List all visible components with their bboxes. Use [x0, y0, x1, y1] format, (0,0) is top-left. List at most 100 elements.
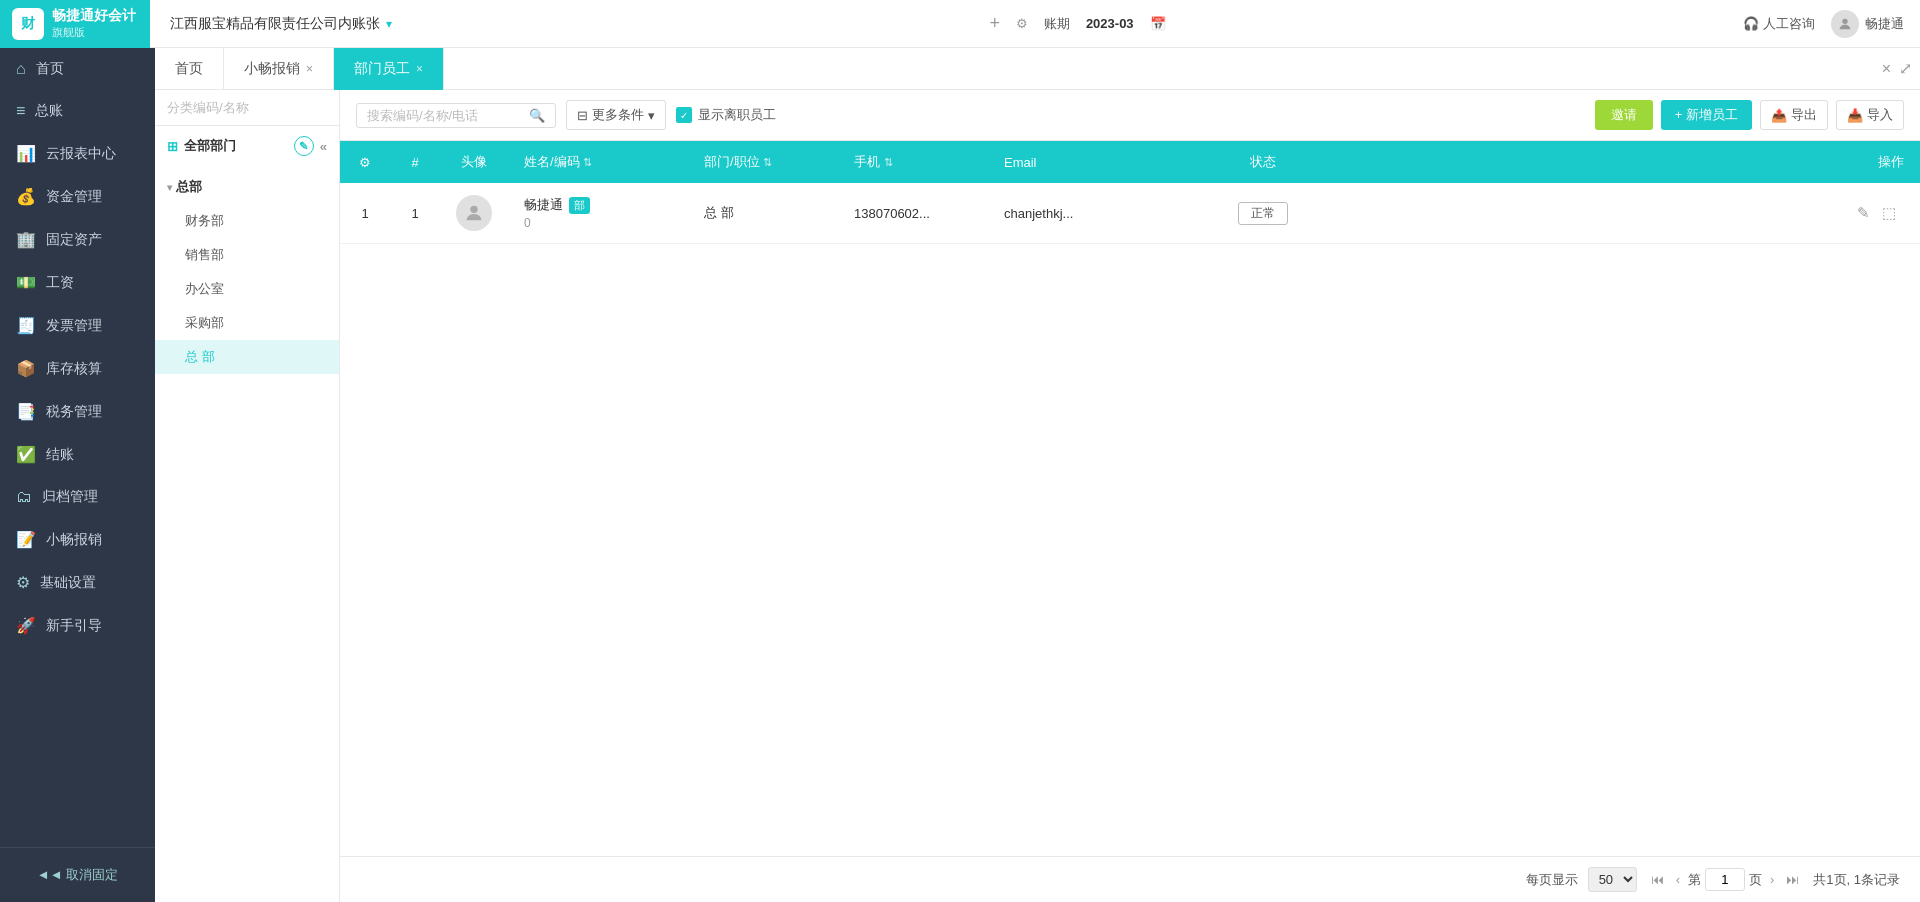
tab-home-label: 首页 [175, 60, 203, 78]
row-name-cell: 畅捷通 部 0 [508, 183, 688, 244]
col-avatar: 头像 [440, 141, 508, 183]
sidebar-item-checkout[interactable]: ✅ 结账 [0, 433, 155, 476]
employee-search-input[interactable] [367, 108, 523, 123]
row-no: 1 [340, 183, 390, 244]
assets-icon: 🏢 [16, 230, 36, 249]
row-phone-cell: 138070602... [838, 183, 988, 244]
dept-node-zongbu-active[interactable]: 总 部 [155, 340, 339, 374]
sidebar-item-home[interactable]: ⌂ 首页 [0, 48, 155, 90]
sidebar-item-payroll[interactable]: 💵 工资 [0, 261, 155, 304]
col-dept[interactable]: 部门/职位 [688, 141, 838, 183]
row-index: 1 [390, 183, 440, 244]
tab-xiaochang-close[interactable]: × [306, 62, 313, 76]
xiaochang-icon: 📝 [16, 530, 36, 549]
employee-name: 畅捷通 [524, 196, 563, 214]
tabs-controls: × ⤢ [1882, 59, 1920, 78]
tab-home[interactable]: 首页 [155, 48, 224, 90]
page-first-button[interactable]: ⏮ [1647, 870, 1668, 889]
dept-node-zongbu[interactable]: ▾ 总部 [155, 170, 339, 204]
page-size-select[interactable]: 50 [1588, 867, 1637, 892]
header-actions: + ⚙ 账期 2023-03 📅 [989, 13, 1165, 34]
customer-service-button[interactable]: 🎧 人工咨询 [1743, 15, 1815, 33]
payroll-icon: 💵 [16, 273, 36, 292]
dept-panel: 🔍 ⊞ 全部部门 ✎ « ▾ 总部 [155, 90, 340, 902]
sidebar-item-label: 发票管理 [46, 317, 102, 335]
total-info: 共1页, 1条记录 [1813, 871, 1900, 889]
col-settings[interactable]: ⚙ [340, 141, 390, 183]
dept-tree: ▾ 总部 财务部 销售部 办公室 采购部 [155, 166, 339, 902]
page-last-button[interactable]: ⏭ [1782, 870, 1803, 889]
add-employee-button[interactable]: + 新增员工 [1661, 100, 1752, 130]
page-next-button[interactable]: › [1766, 870, 1778, 889]
sidebar-item-ledger[interactable]: ≡ 总账 [0, 90, 155, 132]
calendar-icon[interactable]: 📅 [1150, 16, 1166, 31]
dept-grid-icon: ⊞ [167, 139, 178, 154]
sidebar-item-tax[interactable]: 📑 税务管理 [0, 390, 155, 433]
dept-edit-icon[interactable]: ✎ [294, 136, 314, 156]
col-no: # [390, 141, 440, 183]
sidebar-item-reports[interactable]: 📊 云报表中心 [0, 132, 155, 175]
sidebar-item-archive[interactable]: 🗂 归档管理 [0, 476, 155, 518]
table-footer: 每页显示 50 ⏮ ‹ 第 页 › ⏭ 共1页, 1条记录 [340, 856, 1920, 902]
sidebar-item-xiaochang[interactable]: 📝 小畅报销 [0, 518, 155, 561]
tab-deptstaff[interactable]: 部门员工 × [334, 48, 444, 90]
page-nav: ⏮ ‹ 第 页 › ⏭ [1647, 868, 1804, 891]
employee-search-box: 🔍 [356, 103, 556, 128]
user-menu[interactable]: 畅捷通 [1831, 10, 1904, 38]
cancel-fixed-button[interactable]: ◄◄ 取消固定 [0, 858, 155, 892]
sidebar-item-assets[interactable]: 🏢 固定资产 [0, 218, 155, 261]
row-email-cell: chanjethkj... [988, 183, 1188, 244]
page-prev-button[interactable]: ‹ [1672, 870, 1684, 889]
col-phone[interactable]: 手机 [838, 141, 988, 183]
col-name[interactable]: 姓名/编码 [508, 141, 688, 183]
dept-node-xiaoshou[interactable]: 销售部 [155, 238, 339, 272]
app-name: 畅捷通好会计 [52, 7, 136, 25]
tab-xiaochangbaoxiao[interactable]: 小畅报销 × [224, 48, 334, 90]
tab-deptstaff-close[interactable]: × [416, 62, 423, 76]
sidebar-item-label: 总账 [35, 102, 63, 120]
content-area: 首页 小畅报销 × 部门员工 × × ⤢ 🔍 [155, 48, 1920, 902]
page-input[interactable] [1705, 868, 1745, 891]
sidebar-item-guide[interactable]: 🚀 新手引导 [0, 604, 155, 647]
import-icon: 📥 [1847, 108, 1863, 123]
sidebar-item-capital[interactable]: 💰 资金管理 [0, 175, 155, 218]
sidebar-item-invoice[interactable]: 🧾 发票管理 [0, 304, 155, 347]
archive-icon: 🗂 [16, 488, 32, 506]
header-right: 🎧 人工咨询 畅捷通 [1743, 10, 1904, 38]
dept-collapse-icon[interactable]: « [320, 139, 327, 154]
all-dept-label: 全部部门 [184, 137, 236, 155]
delete-employee-button[interactable]: ⬚ [1882, 204, 1896, 221]
sidebar-item-label: 结账 [46, 446, 74, 464]
sidebar-item-settings[interactable]: ⚙ 基础设置 [0, 561, 155, 604]
col-status: 状态 [1188, 141, 1338, 183]
sidebar-item-label: 税务管理 [46, 403, 102, 421]
dept-search-input[interactable] [167, 100, 335, 115]
edit-employee-button[interactable]: ✎ [1857, 204, 1870, 221]
add-tab-button[interactable]: + [989, 13, 1000, 34]
dept-node-caiwu[interactable]: 财务部 [155, 204, 339, 238]
close-tab-icon[interactable]: × [1882, 60, 1891, 78]
invoice-icon: 🧾 [16, 316, 36, 335]
employee-search-icon[interactable]: 🔍 [529, 108, 545, 123]
expand-icon: ▾ [167, 182, 172, 193]
invite-button[interactable]: 邀请 [1595, 100, 1653, 130]
username: 畅捷通 [1865, 15, 1904, 33]
company-dropdown-icon[interactable]: ▾ [386, 17, 392, 31]
row-ops-cell: ✎ ⬚ [1338, 183, 1920, 244]
company-selector[interactable]: 江西服宝精品有限责任公司内账张 ▾ [150, 15, 412, 33]
dept-node-bangong[interactable]: 办公室 [155, 272, 339, 306]
show-resigned-checkbox[interactable]: ✓ 显示离职员工 [676, 106, 776, 124]
sidebar-item-label: 固定资产 [46, 231, 102, 249]
sidebar-item-inventory[interactable]: 📦 库存核算 [0, 347, 155, 390]
export-button[interactable]: 📤 导出 [1760, 100, 1828, 130]
company-name: 江西服宝精品有限责任公司内账张 [170, 15, 380, 33]
filter-button[interactable]: ⊟ 更多条件 ▾ [566, 100, 666, 130]
settings-icon[interactable]: ⚙ [1016, 16, 1028, 31]
expand-tab-icon[interactable]: ⤢ [1899, 59, 1912, 78]
sidebar-item-label: 工资 [46, 274, 74, 292]
settings-nav-icon: ⚙ [16, 573, 30, 592]
page-label: 第 [1688, 871, 1701, 889]
tax-icon: 📑 [16, 402, 36, 421]
import-button[interactable]: 📥 导入 [1836, 100, 1904, 130]
dept-node-caigou[interactable]: 采购部 [155, 306, 339, 340]
